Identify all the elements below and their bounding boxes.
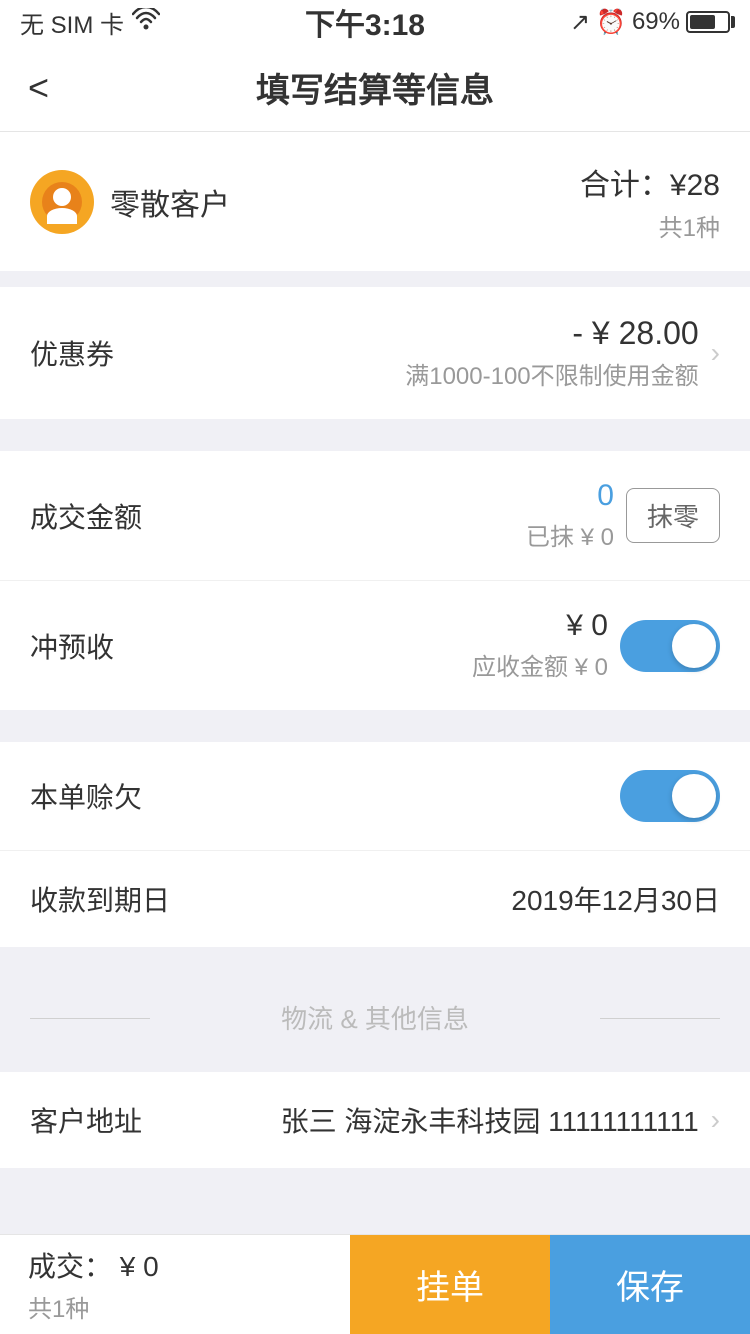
location-icon: ↗ [570,8,590,37]
coupon-desc: 满1000-100不限制使用金额 [405,356,698,391]
due-date-value: 2019年12月30日 [511,879,720,919]
total-amount: 合计：¥28 [580,160,720,204]
address-value: 张三 海淀永丰科技园 11111111111 [281,1100,699,1140]
avatar [30,170,94,234]
prepayment-value: ¥ 0 [472,609,608,643]
transaction-label: 成交金额 [30,496,142,536]
bottom-bar: 成交： ¥ 0 共1种 挂单 保存 [0,1234,750,1334]
address-label: 客户地址 [30,1100,142,1140]
prepayment-value-col: ¥ 0 应收金额 ¥ 0 [472,609,608,682]
credit-section: 本单赊欠 收款到期日 2019年12月30日 [0,742,750,947]
hold-button[interactable]: 挂单 [350,1235,550,1334]
content: 零散客户 合计：¥28 共1种 优惠券 - ¥ 28.00 满1000-100不… [0,132,750,1304]
battery-icon [686,11,730,33]
transaction-section: 成交金额 0 已抹 ¥ 0 抹零 冲预收 ¥ 0 应收金额 ¥ 0 [0,451,750,710]
customer-row: 零散客户 合计：¥28 共1种 [0,132,750,271]
coupon-section: 优惠券 - ¥ 28.00 满1000-100不限制使用金额 › [0,287,750,419]
credit-toggle-knob [672,774,716,818]
bottom-trans-value: ¥ 0 [120,1251,159,1282]
section-divider-4 [0,1056,750,1072]
nav-bar: < 填写结算等信息 [0,44,750,132]
bottom-info: 成交： ¥ 0 共1种 [0,1235,350,1334]
transaction-row: 成交金额 0 已抹 ¥ 0 抹零 [0,451,750,580]
credit-label: 本单赊欠 [30,776,142,816]
transaction-sub: 已抹 ¥ 0 [526,517,614,552]
carrier-text: 无 SIM 卡 [20,5,124,40]
coupon-label: 优惠券 [30,333,114,373]
credit-toggle[interactable] [620,770,720,822]
customer-section: 零散客户 合计：¥28 共1种 [0,132,750,271]
status-bar: 无 SIM 卡 下午3:18 ↗ ⏰ 69% [0,0,750,44]
credit-row: 本单赊欠 [0,742,750,850]
transaction-value: 0 [597,479,614,512]
coupon-right: - ¥ 28.00 满1000-100不限制使用金额 › [405,315,720,391]
address-section: 客户地址 张三 海淀永丰科技园 11111111111 › [0,1072,750,1168]
customer-name: 零散客户 [110,180,230,224]
alarm-icon: ⏰ [596,8,626,37]
round-zero-button[interactable]: 抹零 [626,488,720,543]
back-button[interactable]: < [28,67,49,109]
section-divider-2 [0,726,750,742]
time-display: 下午3:18 [305,0,425,44]
transaction-value-col: 0 已抹 ¥ 0 [526,479,614,552]
bottom-trans-label: 成交： ¥ 0 [28,1245,322,1285]
credit-right [620,770,720,822]
address-row[interactable]: 客户地址 张三 海淀永丰科技园 11111111111 › [0,1072,750,1168]
page-title: 填写结算等信息 [256,63,494,112]
prepayment-sub: 应收金额 ¥ 0 [472,647,608,682]
transaction-right: 0 已抹 ¥ 0 抹零 [526,479,720,552]
prepayment-right: ¥ 0 应收金额 ¥ 0 [472,609,720,682]
chevron-right-icon: › [711,337,720,369]
status-left: 无 SIM 卡 [20,5,160,40]
total-count: 共1种 [580,208,720,243]
coupon-value: - ¥ 28.00 [405,315,698,352]
customer-info: 零散客户 [30,170,230,234]
address-chevron-icon: › [711,1104,720,1136]
toggle-knob [672,624,716,668]
bottom-trans-text: 成交： [28,1251,112,1282]
save-button[interactable]: 保存 [550,1235,750,1334]
status-right: ↗ ⏰ 69% [570,8,730,37]
coupon-value-col: - ¥ 28.00 满1000-100不限制使用金额 [405,315,698,391]
section-divider-1 [0,435,750,451]
wifi-icon [132,8,160,37]
avatar-icon [42,182,82,222]
customer-total: 合计：¥28 共1种 [580,160,720,243]
coupon-row[interactable]: 优惠券 - ¥ 28.00 满1000-100不限制使用金额 › [0,287,750,419]
battery-percentage: 69% [632,8,680,36]
address-right: 张三 海淀永丰科技园 11111111111 › [281,1100,720,1140]
prepayment-row: 冲预收 ¥ 0 应收金额 ¥ 0 [0,580,750,710]
due-date-row: 收款到期日 2019年12月30日 [0,850,750,947]
prepayment-label: 冲预收 [30,626,114,666]
bottom-count: 共1种 [28,1289,322,1324]
prepayment-toggle[interactable] [620,620,720,672]
logistics-separator: 物流 & 其他信息 [0,979,750,1056]
section-divider-3 [0,963,750,979]
due-date-label: 收款到期日 [30,879,170,919]
logistics-label: 物流 & 其他信息 [281,1004,469,1034]
